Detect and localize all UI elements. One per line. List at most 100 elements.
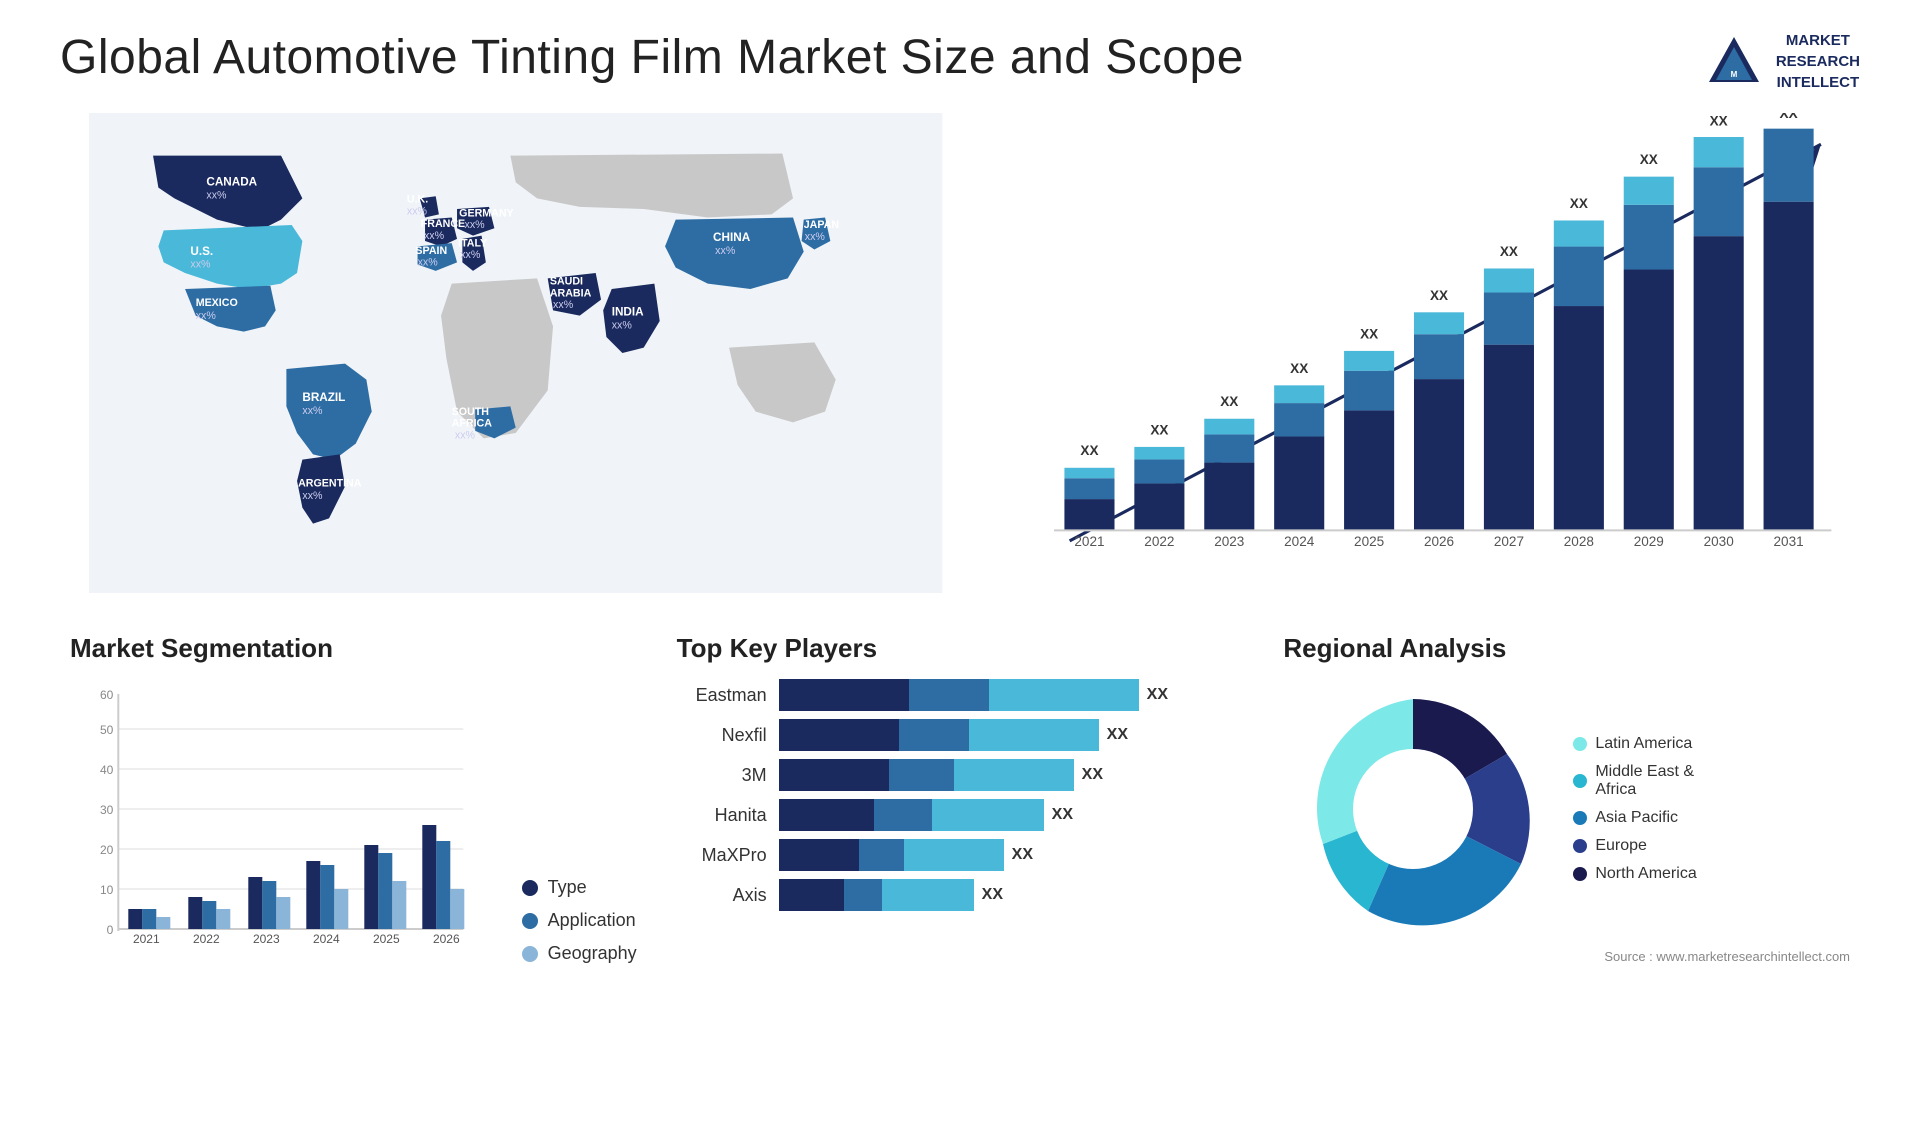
seg-2024-type	[306, 861, 320, 929]
y-label-60: 60	[100, 688, 114, 702]
india-label: INDIA	[612, 306, 644, 319]
player-name-axis: Axis	[677, 885, 767, 906]
player-value-maxpro: XX	[1012, 846, 1033, 864]
bar-seg1-nexfil	[779, 719, 899, 751]
bar-seg2-nexfil	[899, 719, 969, 751]
france-label: FRANCE	[421, 218, 465, 230]
player-row-3m: 3M XX	[677, 759, 1244, 791]
player-bar-3m: XX	[779, 759, 1244, 791]
legend-asia-color	[1573, 811, 1587, 825]
south-africa-label: SOUTH	[452, 406, 489, 418]
bar-year-2023: 2023	[1215, 534, 1245, 549]
bar-seg3-nexfil	[969, 719, 1099, 751]
bar-2030-seg3	[1694, 137, 1744, 167]
seg-year-2023: 2023	[253, 932, 280, 946]
bar-2021-seg3	[1065, 468, 1115, 478]
bottom-section: Market Segmentation 0 10 20 30 40 50 60	[60, 623, 1860, 974]
y-label-10: 10	[100, 883, 114, 897]
bar-2028-seg3	[1554, 220, 1604, 246]
bar-2024-seg1	[1275, 436, 1325, 530]
bar-2025-seg3	[1344, 351, 1394, 371]
player-name-nexfil: Nexfil	[677, 725, 767, 746]
legend-geography: Geography	[522, 943, 637, 964]
source-text: Source : www.marketresearchintellect.com	[1283, 949, 1850, 964]
seg-year-2021: 2021	[133, 932, 160, 946]
seg-2021-geo	[156, 917, 170, 929]
player-bar-nexfil-inner	[779, 719, 1099, 751]
bar-seg3-maxpro	[904, 839, 1004, 871]
player-bar-nexfil: XX	[779, 719, 1244, 751]
y-label-40: 40	[100, 763, 114, 777]
regional-area: Regional Analysis	[1273, 623, 1860, 974]
bar-seg1-3m	[779, 759, 889, 791]
bar-seg1-eastman	[779, 679, 909, 711]
legend-type-label: Type	[548, 877, 587, 898]
argentina-value: xx%	[302, 490, 323, 502]
donut-chart-svg	[1283, 679, 1543, 939]
page-container: Global Automotive Tinting Film Market Si…	[0, 0, 1920, 1146]
bar-year-2027: 2027	[1494, 534, 1524, 549]
canada-label: CANADA	[206, 176, 257, 189]
y-label-30: 30	[100, 803, 114, 817]
bar-seg2-axis	[844, 879, 882, 911]
bar-value-2031: XX	[1780, 113, 1798, 121]
world-map: CANADA xx% U.S. xx% MEXICO xx% BRAZIL xx…	[60, 113, 971, 593]
map-container: CANADA xx% U.S. xx% MEXICO xx% BRAZIL xx…	[60, 113, 971, 593]
legend-geo-label: Geography	[548, 943, 637, 964]
legend-asia-label: Asia Pacific	[1595, 809, 1678, 827]
bar-year-2028: 2028	[1564, 534, 1594, 549]
bar-seg3-eastman	[989, 679, 1139, 711]
bar-2022-seg3	[1135, 447, 1185, 460]
seg-2022-app	[202, 901, 216, 929]
mexico-label: MEXICO	[196, 297, 238, 309]
regional-title: Regional Analysis	[1283, 633, 1850, 664]
donut-container: Latin America Middle East &Africa Asia P…	[1283, 679, 1850, 939]
seg-2023-geo	[276, 897, 290, 929]
china-value: xx%	[715, 245, 736, 257]
bar-year-2021: 2021	[1075, 534, 1105, 549]
bar-seg1-hanita	[779, 799, 874, 831]
bar-2027-seg3	[1484, 268, 1534, 292]
bar-2029-seg2	[1624, 205, 1674, 270]
bar-2022-seg2	[1135, 459, 1185, 483]
legend-asia-pacific: Asia Pacific	[1573, 809, 1696, 827]
player-value-3m: XX	[1082, 766, 1103, 784]
legend-europe-color	[1573, 839, 1587, 853]
bar-value-2026: XX	[1430, 288, 1448, 303]
seg-2021-type	[128, 909, 142, 929]
seg-2024-app	[320, 865, 334, 929]
player-row-axis: Axis XX	[677, 879, 1244, 911]
bar-2026-seg2	[1414, 334, 1464, 379]
logo-text: MARKET RESEARCH INTELLECT	[1776, 30, 1860, 93]
italy-label: ITALY	[458, 237, 487, 249]
japan-value: xx%	[805, 231, 826, 243]
spain-label: SPAIN	[415, 245, 447, 257]
legend-mea: Middle East &Africa	[1573, 763, 1696, 799]
uk-label: U.K.	[407, 194, 428, 206]
bar-2026-seg3	[1414, 312, 1464, 334]
legend-type: Type	[522, 877, 637, 898]
italy-value: xx%	[460, 249, 481, 261]
bar-seg2-eastman	[909, 679, 989, 711]
bar-value-2021: XX	[1081, 443, 1099, 458]
donut-legend: Latin America Middle East &Africa Asia P…	[1573, 735, 1696, 883]
bar-2026-seg1	[1414, 379, 1464, 530]
bar-2023-seg2	[1205, 434, 1255, 462]
argentina-label: ARGENTINA	[298, 477, 362, 489]
legend-app-label: Application	[548, 910, 636, 931]
legend-north-america: North America	[1573, 865, 1696, 883]
seg-chart-area: 0 10 20 30 40 50 60	[70, 679, 487, 964]
uk-value: xx%	[407, 205, 428, 217]
seg-2026-geo	[450, 889, 464, 929]
bar-value-2023: XX	[1221, 394, 1239, 409]
legend-mea-color	[1573, 774, 1587, 788]
seg-legend: Type Application Geography	[502, 877, 637, 964]
brazil-value: xx%	[302, 405, 323, 417]
bar-value-2024: XX	[1291, 361, 1309, 376]
saudi-label: SAUDI	[550, 276, 583, 288]
bar-seg1-axis	[779, 879, 844, 911]
legend-europe: Europe	[1573, 837, 1696, 855]
player-row-nexfil: Nexfil XX	[677, 719, 1244, 751]
seg-2021-app	[142, 909, 156, 929]
top-section: CANADA xx% U.S. xx% MEXICO xx% BRAZIL xx…	[60, 113, 1860, 593]
